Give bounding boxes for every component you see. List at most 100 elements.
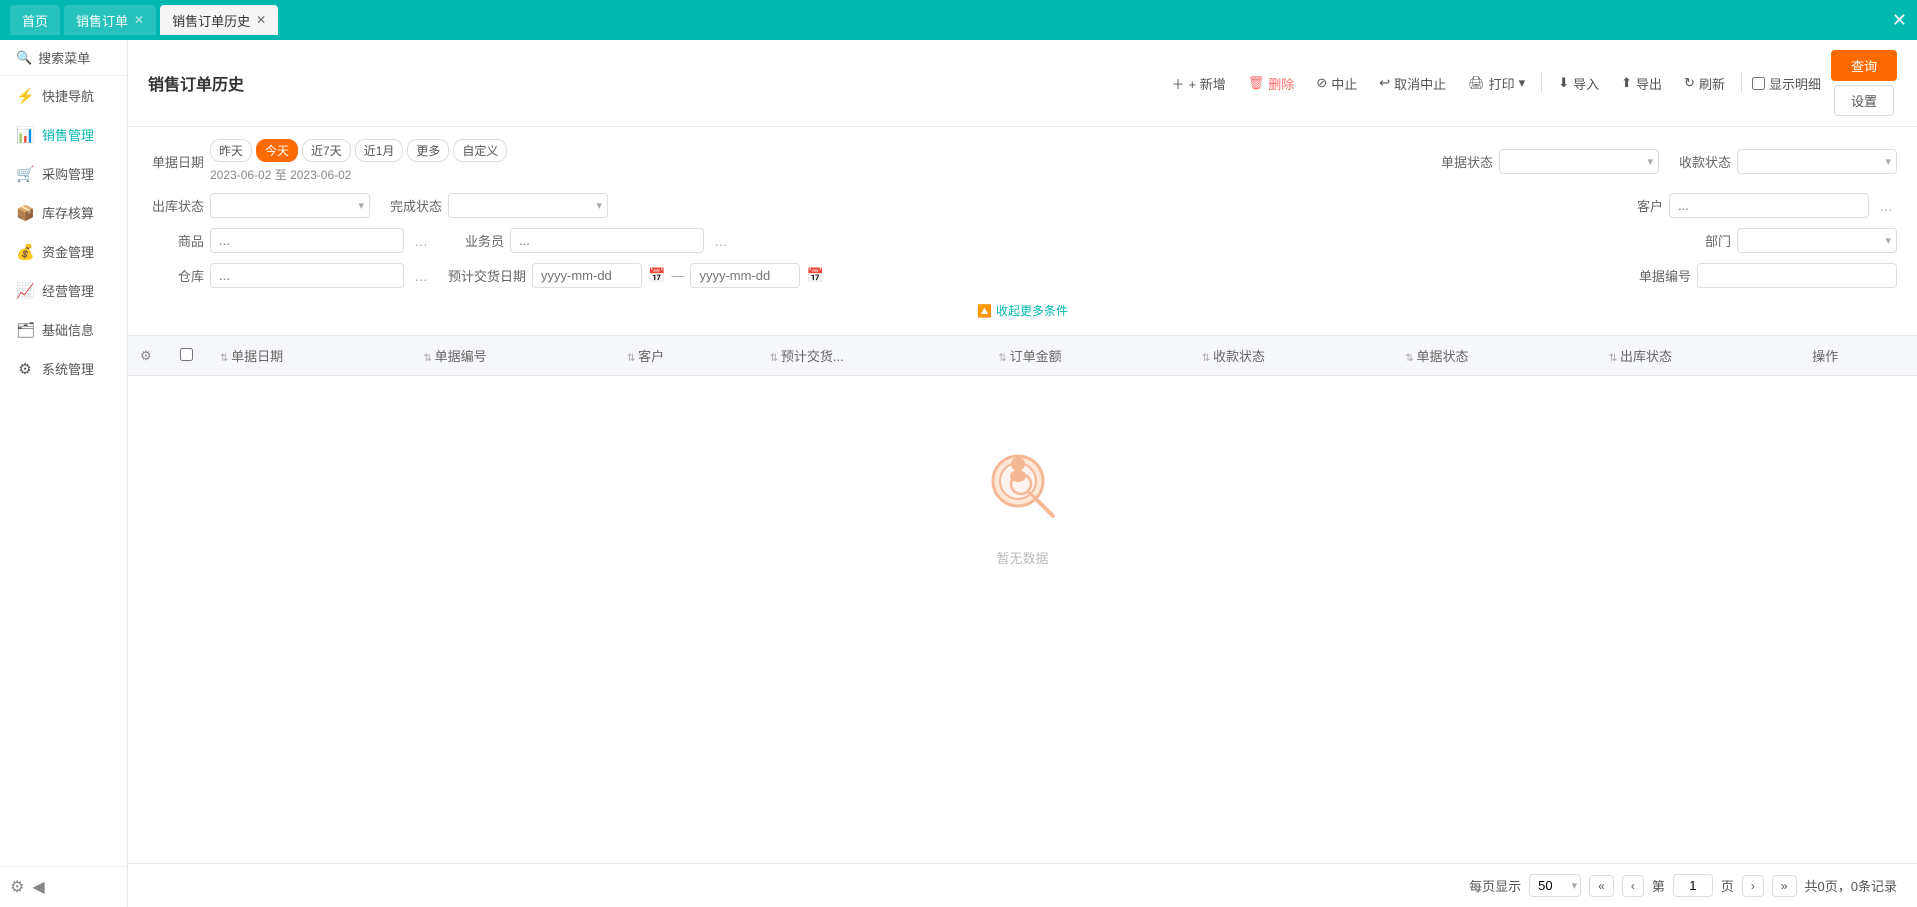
sidebar: 🔍 搜索菜单 ⚡ 快捷导航 📊 销售管理 🛒 采购管理 📦 库存核算 💰 资金管… (0, 40, 128, 907)
cancel-stop-icon: ↩ (1379, 75, 1390, 91)
table-th-receipt-status[interactable]: ⇅ 收款状态 (1190, 336, 1393, 376)
delivery-date-to[interactable] (690, 263, 800, 288)
query-button[interactable]: 查询 (1831, 50, 1897, 81)
set-button[interactable]: 设置 (1834, 85, 1894, 116)
warehouse-label: 仓库 (148, 266, 204, 285)
date-custom[interactable]: 自定义 (453, 139, 507, 162)
sidebar-item-sales[interactable]: 📊 销售管理 (0, 115, 127, 154)
completion-status-select[interactable] (448, 193, 608, 218)
sidebar-search[interactable]: 🔍 搜索菜单 (0, 40, 127, 76)
table-th-outbound-status[interactable]: ⇅ 出库状态 (1597, 336, 1800, 376)
collapse-button[interactable]: 🔼 收起更多条件 (977, 302, 1068, 319)
department-select[interactable] (1737, 228, 1897, 253)
bill-no-label: 单据编号 (1635, 266, 1691, 285)
sidebar-item-shortcut[interactable]: ⚡ 快捷导航 (0, 76, 127, 115)
sidebar-item-inventory[interactable]: 📦 库存核算 (0, 193, 127, 232)
sidebar-search-label: 搜索菜单 (38, 48, 90, 67)
bill-status-select[interactable] (1499, 149, 1659, 174)
collapse-sidebar-icon[interactable]: ◀ (32, 877, 44, 897)
sidebar-item-system[interactable]: ⚙ 系统管理 (0, 349, 127, 388)
export-button[interactable]: ⬆ 导出 (1615, 70, 1668, 97)
date-yesterday[interactable]: 昨天 (210, 139, 252, 162)
filter-row-1: 单据日期 昨天 今天 近7天 近1月 更多 自定义 2023-06-02 (148, 139, 1897, 183)
date-7days[interactable]: 近7天 (302, 139, 351, 162)
next-page-button[interactable]: › (1742, 875, 1764, 897)
data-table: ⚙ ⇅ 单据日期 ⇅ 单据编号 (128, 336, 1917, 627)
settings-bottom-icon[interactable]: ⚙ (10, 877, 24, 897)
date-today[interactable]: 今天 (256, 139, 298, 162)
tab-home[interactable]: 首页 (10, 5, 60, 35)
tab-sales-order[interactable]: 销售订单 ✕ (64, 5, 156, 35)
calendar-icon-to[interactable]: 📅 (806, 267, 823, 284)
customer-more-icon[interactable]: … (1875, 196, 1897, 216)
print-button[interactable]: 🖨 打印 ▾ (1462, 70, 1531, 97)
receipt-status-select[interactable] (1737, 149, 1897, 174)
prev-page-button[interactable]: ‹ (1622, 875, 1644, 897)
page-label: 第 (1652, 876, 1665, 895)
delivery-date-from[interactable] (532, 263, 642, 288)
completion-status-label: 完成状态 (386, 196, 442, 215)
print-dropdown-icon: ▾ (1519, 75, 1526, 91)
outbound-status-select[interactable] (210, 193, 370, 218)
finance-icon: 💰 (16, 243, 34, 261)
collapse-up-icon: 🔼 (977, 304, 992, 318)
print-icon: 🖨 (1468, 75, 1485, 91)
system-icon: ⚙ (16, 360, 34, 378)
show-detail-input[interactable] (1752, 77, 1765, 90)
table-th-bill-status[interactable]: ⇅ 单据状态 (1393, 336, 1596, 376)
import-button[interactable]: ⬇ 导入 (1552, 70, 1605, 97)
sort-icon-delivery: ⇅ (770, 353, 781, 364)
sidebar-item-operation[interactable]: 📈 经营管理 (0, 271, 127, 310)
date-more[interactable]: 更多 (407, 139, 449, 162)
receipt-status-label: 收款状态 (1675, 152, 1731, 171)
toolbar-divider (1541, 73, 1542, 93)
table-th-amount[interactable]: ⇅ 订单金额 (986, 336, 1189, 376)
content-area: 销售订单历史 ＋ + 新增 🗑 删除 ⊘ 中止 ↩ 取消中止 (128, 40, 1917, 907)
table-settings-icon[interactable]: ⚙ (140, 348, 152, 363)
select-all-checkbox[interactable] (180, 348, 193, 361)
table-th-billno[interactable]: ⇅ 单据编号 (411, 336, 614, 376)
product-input[interactable] (210, 228, 404, 253)
page-number-input[interactable] (1673, 874, 1713, 897)
table-th-delivery[interactable]: ⇅ 预计交货... (758, 336, 987, 376)
warehouse-more-icon[interactable]: … (410, 266, 432, 286)
calendar-icon-from[interactable]: 📅 (648, 267, 665, 284)
purchase-icon: 🛒 (16, 165, 34, 183)
sort-icon-customer: ⇅ (627, 353, 638, 364)
filter-salesperson: 业务员 … (448, 228, 732, 253)
refresh-button[interactable]: ↻ 刷新 (1678, 70, 1731, 97)
table-th-date[interactable]: ⇅ 单据日期 (208, 336, 411, 376)
first-page-button[interactable]: « (1589, 875, 1614, 897)
bill-no-input[interactable] (1697, 263, 1897, 288)
department-label: 部门 (1675, 231, 1731, 250)
tab-close-history[interactable]: ✕ (256, 13, 266, 27)
cancel-stop-button[interactable]: ↩ 取消中止 (1373, 70, 1452, 97)
salesperson-more-icon[interactable]: … (710, 231, 732, 251)
filter-department: 部门 (1675, 228, 1897, 253)
table-th-customer[interactable]: ⇅ 客户 (615, 336, 758, 376)
sidebar-item-label-sales: 销售管理 (42, 125, 94, 144)
stop-button[interactable]: ⊘ 中止 (1310, 70, 1363, 97)
date-1month[interactable]: 近1月 (355, 139, 404, 162)
warehouse-input[interactable] (210, 263, 404, 288)
salesperson-input[interactable] (510, 228, 704, 253)
sort-icon-receipt: ⇅ (1202, 353, 1213, 364)
window-close-button[interactable]: ✕ (1892, 10, 1907, 31)
per-page-select[interactable]: 20 50 100 (1529, 874, 1581, 897)
last-page-button[interactable]: » (1772, 875, 1797, 897)
new-button[interactable]: ＋ + 新增 (1166, 70, 1232, 97)
sidebar-item-basic[interactable]: 🗂 基础信息 (0, 310, 127, 349)
sidebar-item-purchase[interactable]: 🛒 采购管理 (0, 154, 127, 193)
toolbar: ＋ + 新增 🗑 删除 ⊘ 中止 ↩ 取消中止 🖨 打印 (1166, 50, 1897, 116)
delete-button[interactable]: 🗑 删除 (1242, 70, 1301, 97)
tab-sales-order-history[interactable]: 销售订单历史 ✕ (160, 5, 278, 35)
empty-text: 暂无数据 (996, 548, 1048, 567)
product-more-icon[interactable]: … (410, 231, 432, 251)
sidebar-item-finance[interactable]: 💰 资金管理 (0, 232, 127, 271)
delete-icon: 🗑 (1248, 75, 1265, 91)
customer-input[interactable] (1669, 193, 1869, 218)
table-body: 暂无数据 (128, 376, 1917, 628)
tab-close-sales-order[interactable]: ✕ (134, 13, 144, 27)
filter-date: 单据日期 昨天 今天 近7天 近1月 更多 自定义 2023-06-02 (148, 139, 507, 183)
show-detail-checkbox[interactable]: 显示明细 (1752, 74, 1821, 93)
